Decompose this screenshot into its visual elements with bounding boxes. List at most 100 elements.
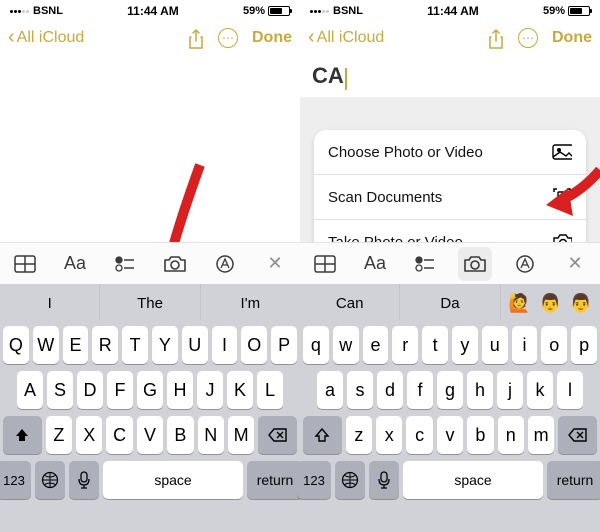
suggestion[interactable]: I'm bbox=[201, 284, 300, 322]
key[interactable]: d bbox=[377, 371, 403, 409]
key[interactable]: y bbox=[452, 326, 478, 364]
key[interactable]: i bbox=[512, 326, 538, 364]
key[interactable]: G bbox=[137, 371, 163, 409]
share-icon[interactable] bbox=[488, 29, 504, 47]
status-bar: BSNL 11:44 AM 59% bbox=[300, 0, 600, 20]
markup-icon[interactable] bbox=[208, 247, 242, 281]
key[interactable]: Z bbox=[46, 416, 72, 454]
menu-choose-photo[interactable]: Choose Photo or Video bbox=[314, 130, 586, 175]
key[interactable]: v bbox=[437, 416, 463, 454]
key[interactable]: f bbox=[407, 371, 433, 409]
key[interactable]: U bbox=[182, 326, 208, 364]
camera-icon[interactable] bbox=[158, 247, 192, 281]
key[interactable]: Q bbox=[3, 326, 29, 364]
key[interactable]: x bbox=[376, 416, 402, 454]
key[interactable]: C bbox=[106, 416, 132, 454]
scan-doc-icon bbox=[552, 187, 572, 207]
key[interactable]: k bbox=[527, 371, 553, 409]
shift-key[interactable] bbox=[303, 416, 342, 454]
return-key[interactable]: return bbox=[547, 461, 600, 499]
key[interactable]: V bbox=[137, 416, 163, 454]
shift-key[interactable] bbox=[3, 416, 42, 454]
space-key[interactable]: space bbox=[403, 461, 543, 499]
key[interactable]: t bbox=[422, 326, 448, 364]
key[interactable]: T bbox=[122, 326, 148, 364]
key[interactable]: A bbox=[17, 371, 43, 409]
key[interactable]: B bbox=[167, 416, 193, 454]
done-button[interactable]: Done bbox=[552, 29, 592, 47]
key[interactable]: l bbox=[557, 371, 583, 409]
key[interactable]: a bbox=[317, 371, 343, 409]
key[interactable]: r bbox=[392, 326, 418, 364]
more-icon[interactable] bbox=[218, 28, 238, 48]
table-icon[interactable] bbox=[8, 247, 42, 281]
menu-scan-documents[interactable]: Scan Documents bbox=[314, 175, 586, 220]
format-button[interactable]: Aa bbox=[358, 247, 392, 281]
key[interactable]: Y bbox=[152, 326, 178, 364]
key[interactable]: j bbox=[497, 371, 523, 409]
key[interactable]: M bbox=[228, 416, 254, 454]
globe-key[interactable] bbox=[35, 461, 65, 499]
key[interactable]: L bbox=[257, 371, 283, 409]
key[interactable]: e bbox=[363, 326, 389, 364]
key[interactable]: K bbox=[227, 371, 253, 409]
done-button[interactable]: Done bbox=[252, 29, 292, 47]
key[interactable]: X bbox=[76, 416, 102, 454]
key[interactable]: P bbox=[271, 326, 297, 364]
table-icon[interactable] bbox=[308, 247, 342, 281]
close-icon[interactable]: ✕ bbox=[558, 247, 592, 281]
markup-icon[interactable] bbox=[508, 247, 542, 281]
suggestion[interactable]: Da bbox=[400, 284, 500, 322]
key[interactable]: R bbox=[92, 326, 118, 364]
key[interactable]: q bbox=[303, 326, 329, 364]
key[interactable]: m bbox=[528, 416, 554, 454]
delete-key[interactable] bbox=[558, 416, 597, 454]
globe-key[interactable] bbox=[335, 461, 365, 499]
key[interactable]: u bbox=[482, 326, 508, 364]
key[interactable]: N bbox=[198, 416, 224, 454]
suggestion[interactable]: Can bbox=[300, 284, 400, 322]
share-icon[interactable] bbox=[188, 29, 204, 47]
key[interactable]: n bbox=[498, 416, 524, 454]
suggestion[interactable]: The bbox=[100, 284, 200, 322]
key[interactable]: W bbox=[33, 326, 59, 364]
return-key[interactable]: return bbox=[247, 461, 303, 499]
checklist-icon[interactable] bbox=[108, 247, 142, 281]
key[interactable]: p bbox=[571, 326, 597, 364]
back-button[interactable]: ‹ All iCloud bbox=[8, 26, 84, 49]
more-icon[interactable] bbox=[518, 28, 538, 48]
checklist-icon[interactable] bbox=[408, 247, 442, 281]
dictation-key[interactable] bbox=[69, 461, 99, 499]
format-button[interactable]: Aa bbox=[58, 247, 92, 281]
key[interactable]: O bbox=[241, 326, 267, 364]
dictation-key[interactable] bbox=[369, 461, 399, 499]
key[interactable]: J bbox=[197, 371, 223, 409]
close-icon[interactable]: ✕ bbox=[258, 247, 292, 281]
key[interactable]: h bbox=[467, 371, 493, 409]
key[interactable]: w bbox=[333, 326, 359, 364]
suggestion[interactable]: I bbox=[0, 284, 100, 322]
key[interactable]: b bbox=[467, 416, 493, 454]
back-button[interactable]: ‹ All iCloud bbox=[308, 26, 384, 49]
delete-key[interactable] bbox=[258, 416, 297, 454]
key[interactable]: E bbox=[63, 326, 89, 364]
space-key[interactable]: space bbox=[103, 461, 243, 499]
key[interactable]: S bbox=[47, 371, 73, 409]
note-body[interactable] bbox=[0, 57, 300, 97]
key[interactable]: z bbox=[346, 416, 372, 454]
key-row: ZXCVBNM bbox=[3, 416, 297, 454]
suggestion-emoji[interactable]: 🙋 👨 👨 bbox=[501, 284, 600, 322]
key[interactable]: H bbox=[167, 371, 193, 409]
key[interactable]: F bbox=[107, 371, 133, 409]
battery-pct: 59% bbox=[243, 5, 265, 17]
key[interactable]: g bbox=[437, 371, 463, 409]
key[interactable]: D bbox=[77, 371, 103, 409]
key[interactable]: o bbox=[541, 326, 567, 364]
note-body[interactable]: CA bbox=[300, 57, 600, 97]
key[interactable]: I bbox=[212, 326, 238, 364]
numeric-key[interactable]: 123 bbox=[0, 461, 31, 499]
numeric-key[interactable]: 123 bbox=[297, 461, 331, 499]
camera-icon[interactable] bbox=[458, 247, 492, 281]
key[interactable]: s bbox=[347, 371, 373, 409]
key[interactable]: c bbox=[406, 416, 432, 454]
